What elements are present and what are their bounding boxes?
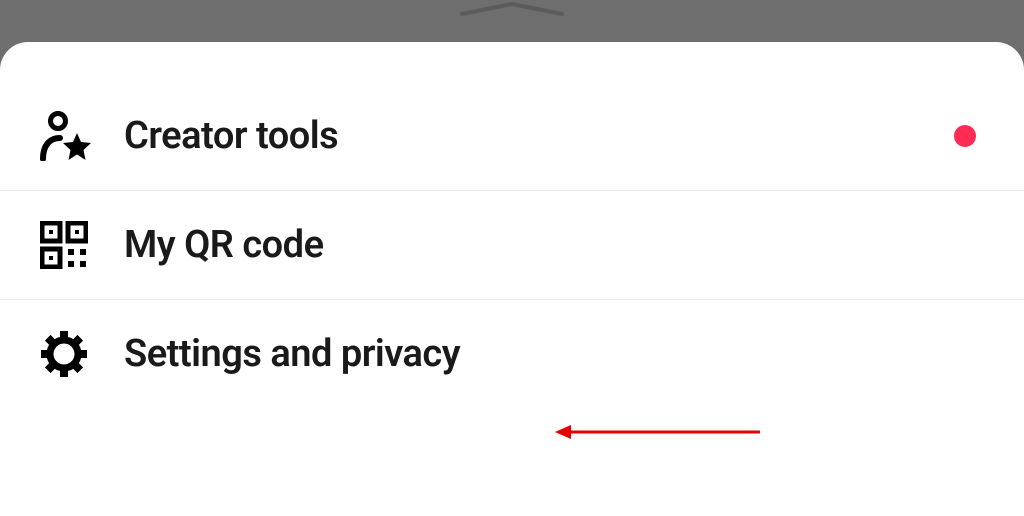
qr-code-icon [40,221,96,269]
menu-item-label: Creator tools [124,114,338,158]
menu-item-settings-privacy[interactable]: Settings and privacy [0,299,1024,408]
gear-icon [40,330,96,378]
sheet-drag-handle-icon [452,0,572,18]
notification-badge [954,125,976,147]
creator-star-icon [40,112,96,160]
menu-item-qr-code[interactable]: My QR code [0,190,1024,299]
menu-item-label: Settings and privacy [124,332,460,376]
bottom-sheet-menu: Creator tools My QR code [0,42,1024,516]
menu-item-creator-tools[interactable]: Creator tools [0,82,1024,190]
menu-item-label: My QR code [124,223,324,267]
